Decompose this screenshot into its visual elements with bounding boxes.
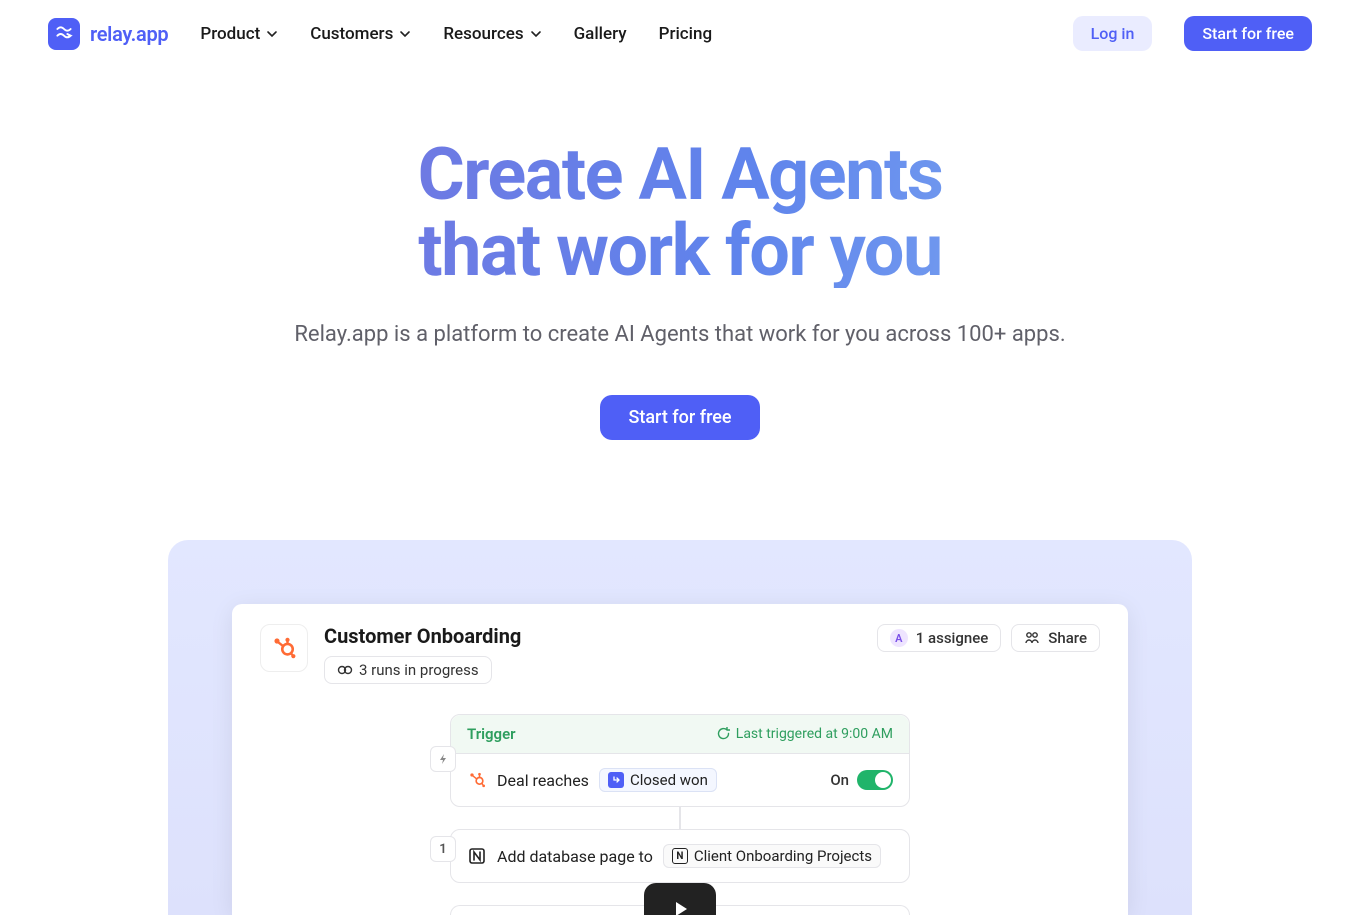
trigger-time: Last triggered at 9:00 AM <box>716 725 893 743</box>
play-button[interactable] <box>644 883 716 915</box>
start-free-nav-button[interactable]: Start for free <box>1184 16 1312 51</box>
nav-pricing[interactable]: Pricing <box>659 24 713 44</box>
trigger-node[interactable]: Trigger Last triggered at 9:00 AM Deal r… <box>450 714 910 807</box>
refresh-icon <box>716 727 730 741</box>
share-icon <box>1024 630 1040 646</box>
chevron-down-icon <box>266 28 278 40</box>
toggle-label: On <box>830 771 849 789</box>
assignee-avatar: A <box>890 629 908 647</box>
hubspot-small-icon <box>467 770 487 790</box>
chevron-down-icon <box>530 28 542 40</box>
nav-gallery[interactable]: Gallery <box>574 24 627 44</box>
nav-resources[interactable]: Resources <box>443 24 541 44</box>
logo-icon <box>48 18 80 50</box>
step-1-node[interactable]: Add database page to N Client Onboarding… <box>450 829 910 883</box>
start-free-hero-button[interactable]: Start for free <box>600 395 759 440</box>
trigger-toggle[interactable] <box>857 770 893 790</box>
logo[interactable]: relay.app <box>48 18 168 50</box>
notion-db-chip: N Client Onboarding Projects <box>663 844 881 868</box>
assignee-pill[interactable]: A 1 assignee <box>877 624 1002 652</box>
share-button[interactable]: Share <box>1011 624 1100 652</box>
connector-line <box>679 807 681 829</box>
enter-icon <box>608 772 624 788</box>
workflow-title: Customer Onboarding <box>324 624 861 648</box>
trigger-step-badge <box>430 746 456 772</box>
bolt-icon <box>437 753 449 765</box>
runs-icon <box>337 662 353 678</box>
closed-won-chip: Closed won <box>599 768 717 792</box>
trigger-label: Trigger <box>467 725 516 743</box>
nav-product[interactable]: Product <box>200 24 278 44</box>
notion-icon <box>467 846 487 866</box>
logo-text: relay.app <box>90 22 168 46</box>
nav-customers[interactable]: Customers <box>310 24 411 44</box>
hero-headline: Create AI Agents that work for you <box>20 137 1340 288</box>
runs-in-progress-badge[interactable]: 3 runs in progress <box>324 656 492 684</box>
hubspot-icon <box>260 624 308 672</box>
login-button[interactable]: Log in <box>1073 16 1153 51</box>
hero-subtitle: Relay.app is a platform to create AI Age… <box>20 322 1340 347</box>
chevron-down-icon <box>399 28 411 40</box>
notion-chip-icon: N <box>672 848 688 864</box>
step-1-badge: 1 <box>430 836 456 862</box>
play-icon <box>668 897 692 915</box>
